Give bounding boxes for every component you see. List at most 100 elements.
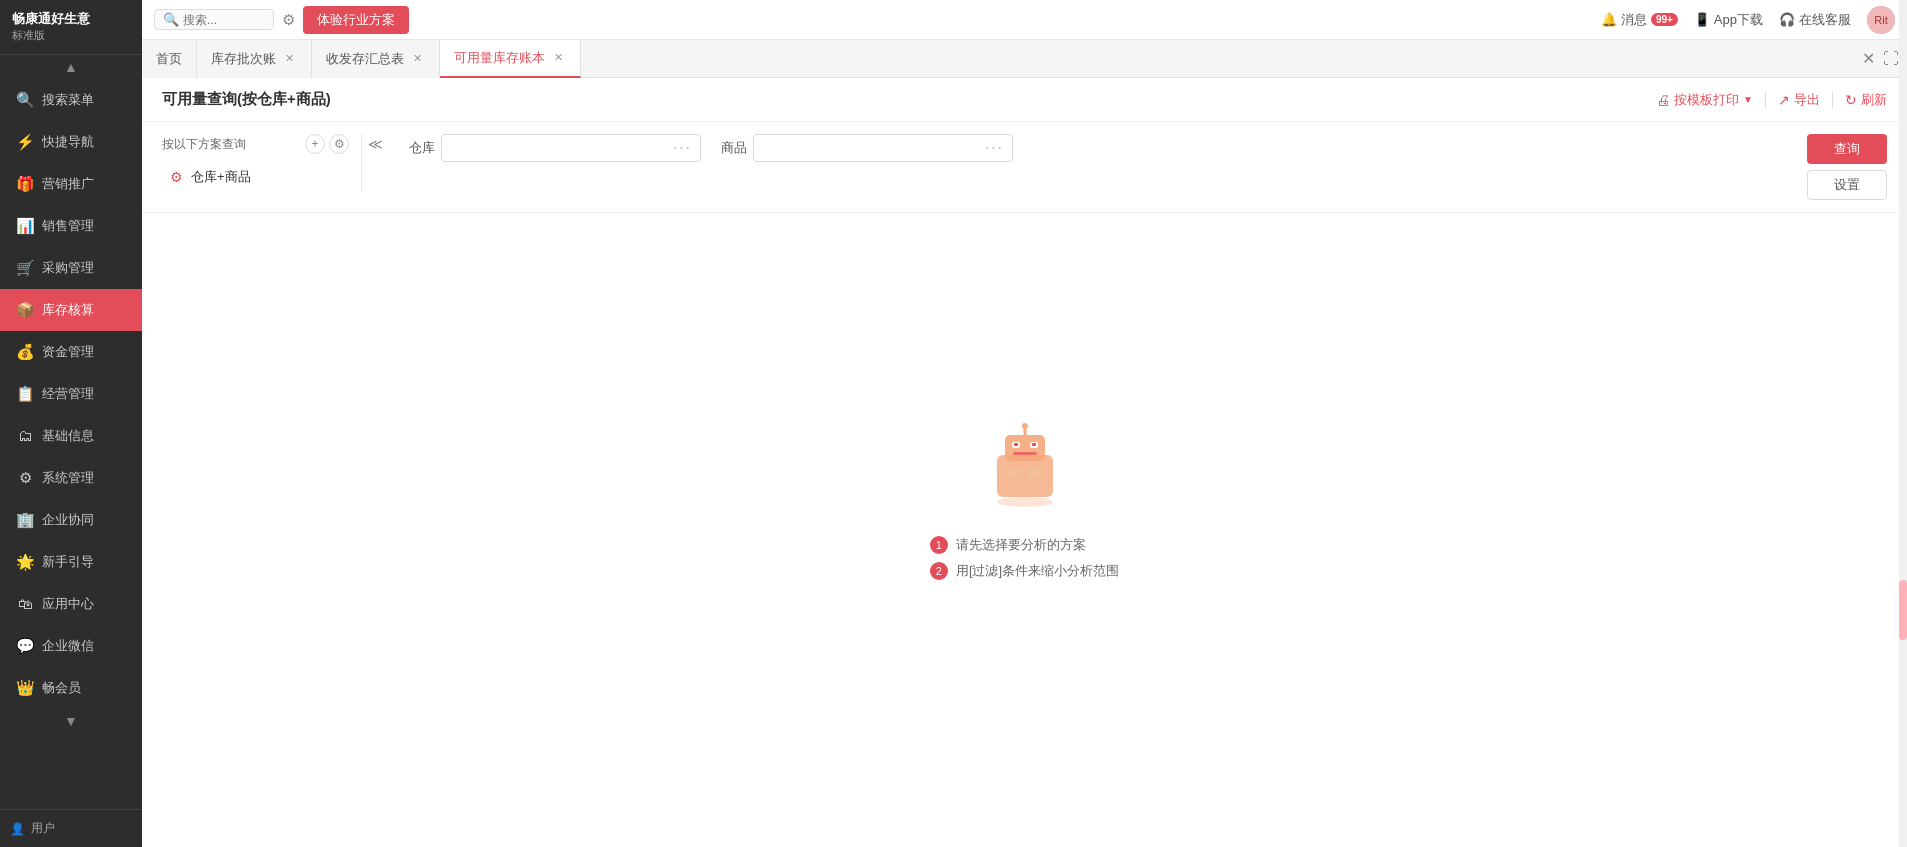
divider2 (1832, 92, 1833, 108)
sidebar-wechat-label: 企业微信 (42, 637, 94, 655)
print-btn[interactable]: 🖨 按模板打印 ▼ (1656, 91, 1753, 109)
scheme-item-label: 仓库+商品 (191, 168, 251, 186)
sidebar-user-label: 用户 (31, 820, 55, 837)
warehouse-label: 仓库 (409, 139, 435, 157)
main-area: 🔍 ⚙ 体验行业方案 🔔 消息 99+ 📱 App下载 🎧 在线客服 Rit (142, 0, 1907, 847)
close-window-icon[interactable]: ✕ (1862, 49, 1875, 68)
tab-batch-ledger-label: 库存批次账 (211, 50, 276, 68)
sidebar-enterprise-icon: 🏢 (16, 511, 34, 529)
tab-recv-summary-close[interactable]: ✕ (410, 51, 425, 66)
sidebar-newbie-icon: 🌟 (16, 553, 34, 571)
tabs-bar: 首页库存批次账✕收发存汇总表✕可用量库存账本✕ ✕ ⛶ (142, 40, 1907, 78)
right-scrollbar (1899, 0, 1907, 847)
tip-text-2: 用[过滤]条件来缩小分析范围 (956, 562, 1119, 580)
sidebar-member-label: 畅会员 (42, 679, 81, 697)
service-icon: 🎧 (1779, 12, 1795, 27)
sidebar-finance-icon: 💰 (16, 343, 34, 361)
tab-home[interactable]: 首页 (142, 40, 197, 78)
warehouse-input[interactable] (450, 141, 669, 156)
empty-state: 1 请先选择要分析的方案 2 用[过滤]条件来缩小分析范围 (142, 213, 1907, 847)
tab-batch-ledger-close[interactable]: ✕ (282, 51, 297, 66)
scheme-settings-btn[interactable]: ⚙ (329, 134, 349, 154)
sidebar-item-shortcut[interactable]: ⚡ 快捷导航 (0, 121, 142, 163)
sidebar-purchase-label: 采购管理 (42, 259, 94, 277)
query-btn[interactable]: 查询 (1807, 134, 1887, 164)
dropdown-arrow-icon: ▼ (1743, 94, 1753, 105)
product-label: 商品 (721, 139, 747, 157)
sidebar-shortcut-icon: ⚡ (16, 133, 34, 151)
sidebar-item-newbie[interactable]: 🌟 新手引导 (0, 541, 142, 583)
download-icon: 📱 (1694, 12, 1710, 27)
scroll-up-btn[interactable]: ▲ (0, 55, 142, 79)
warehouse-more-btn[interactable]: ··· (673, 139, 692, 157)
user-icon: 👤 (10, 822, 25, 836)
sidebar-shortcut-label: 快捷导航 (42, 133, 94, 151)
export-btn[interactable]: ↗ 导出 (1778, 91, 1820, 109)
app-download-btn[interactable]: 📱 App下载 (1694, 11, 1763, 29)
sidebar-enterprise-label: 企业协同 (42, 511, 94, 529)
notification-btn[interactable]: 🔔 消息 99+ (1601, 11, 1678, 29)
trial-btn[interactable]: 体验行业方案 (303, 6, 409, 34)
sidebar-purchase-icon: 🛒 (16, 259, 34, 277)
filter-settings-btn[interactable]: 设置 (1807, 170, 1887, 200)
sidebar-item-inventory[interactable]: 📦 库存核算 (0, 289, 142, 331)
search-icon: 🔍 (163, 12, 179, 27)
filter-area: 按以下方案查询 + ⚙ ⚙ 仓库+商品 ≪ 仓库 (142, 122, 1907, 213)
sidebar-item-marketing[interactable]: 🎁 营销推广 (0, 163, 142, 205)
topbar-search-input[interactable] (183, 13, 263, 27)
refresh-btn[interactable]: ↻ 刷新 (1845, 91, 1887, 109)
tip-num-1: 1 (930, 536, 948, 554)
maximize-window-icon[interactable]: ⛶ (1883, 50, 1899, 68)
sidebar-finance-label: 资金管理 (42, 343, 94, 361)
settings-icon[interactable]: ⚙ (282, 11, 295, 29)
svg-rect-0 (997, 455, 1053, 497)
empty-tip-2: 2 用[过滤]条件来缩小分析范围 (930, 562, 1119, 580)
svg-rect-1 (1005, 435, 1045, 461)
tab-batch-ledger[interactable]: 库存批次账 ✕ (197, 40, 312, 78)
add-scheme-btn[interactable]: + (305, 134, 325, 154)
topbar-right: 🔔 消息 99+ 📱 App下载 🎧 在线客服 Rit (1601, 6, 1895, 34)
product-more-btn[interactable]: ··· (985, 139, 1004, 157)
sidebar-item-basic[interactable]: 🗂 基础信息 (0, 415, 142, 457)
tab-available-ledger-close[interactable]: ✕ (551, 50, 566, 65)
svg-rect-6 (1013, 452, 1037, 455)
sidebar-appstore-label: 应用中心 (42, 595, 94, 613)
sidebar-item-finance[interactable]: 💰 资金管理 (0, 331, 142, 373)
service-label: 在线客服 (1799, 11, 1851, 29)
warehouse-input-box[interactable]: ··· (441, 134, 701, 162)
sidebar-newbie-label: 新手引导 (42, 553, 94, 571)
svg-rect-7 (1007, 468, 1023, 478)
export-icon: ↗ (1778, 92, 1790, 108)
sidebar-item-sales[interactable]: 📊 销售管理 (0, 205, 142, 247)
scroll-down-btn[interactable]: ▼ (0, 709, 142, 733)
sidebar-item-search[interactable]: 🔍 搜索菜单 (0, 79, 142, 121)
page-header: 可用量查询(按仓库+商品) 🖨 按模板打印 ▼ ↗ 导出 ↻ 刷新 (142, 78, 1907, 122)
empty-illustration (975, 420, 1075, 520)
tab-recv-summary[interactable]: 收发存汇总表✕ (312, 40, 440, 78)
bell-icon: 🔔 (1601, 12, 1617, 27)
sidebar-item-operations[interactable]: 📋 经营管理 (0, 373, 142, 415)
sidebar-item-enterprise[interactable]: 🏢 企业协同 (0, 499, 142, 541)
svg-rect-4 (1014, 443, 1018, 446)
sidebar-item-purchase[interactable]: 🛒 采购管理 (0, 247, 142, 289)
sidebar-item-appstore[interactable]: 🛍 应用中心 (0, 583, 142, 625)
product-input[interactable] (762, 141, 981, 156)
svg-point-11 (1022, 423, 1028, 429)
tab-available-ledger[interactable]: 可用量库存账本✕ (440, 40, 581, 78)
sidebar-item-wechat[interactable]: 💬 企业微信 (0, 625, 142, 667)
topbar-search-box[interactable]: 🔍 (154, 9, 274, 30)
scheme-item-warehouse-product[interactable]: ⚙ 仓库+商品 (162, 162, 349, 192)
online-service-btn[interactable]: 🎧 在线客服 (1779, 11, 1851, 29)
sidebar-item-member[interactable]: 👑 畅会员 (0, 667, 142, 709)
sidebar-sales-label: 销售管理 (42, 217, 94, 235)
right-scrollbar-thumb (1899, 580, 1907, 640)
download-label: App下载 (1714, 11, 1763, 29)
filter-field-product: 商品 ··· (721, 134, 1013, 162)
avatar[interactable]: Rit (1867, 6, 1895, 34)
topbar: 🔍 ⚙ 体验行业方案 🔔 消息 99+ 📱 App下载 🎧 在线客服 Rit (142, 0, 1907, 40)
sidebar-item-system[interactable]: ⚙ 系统管理 (0, 457, 142, 499)
collapse-panel-btn[interactable]: ≪ (362, 136, 389, 152)
sidebar-basic-icon: 🗂 (16, 427, 34, 444)
filter-fields: 仓库 ··· 商品 ··· (389, 134, 1807, 162)
product-input-box[interactable]: ··· (753, 134, 1013, 162)
